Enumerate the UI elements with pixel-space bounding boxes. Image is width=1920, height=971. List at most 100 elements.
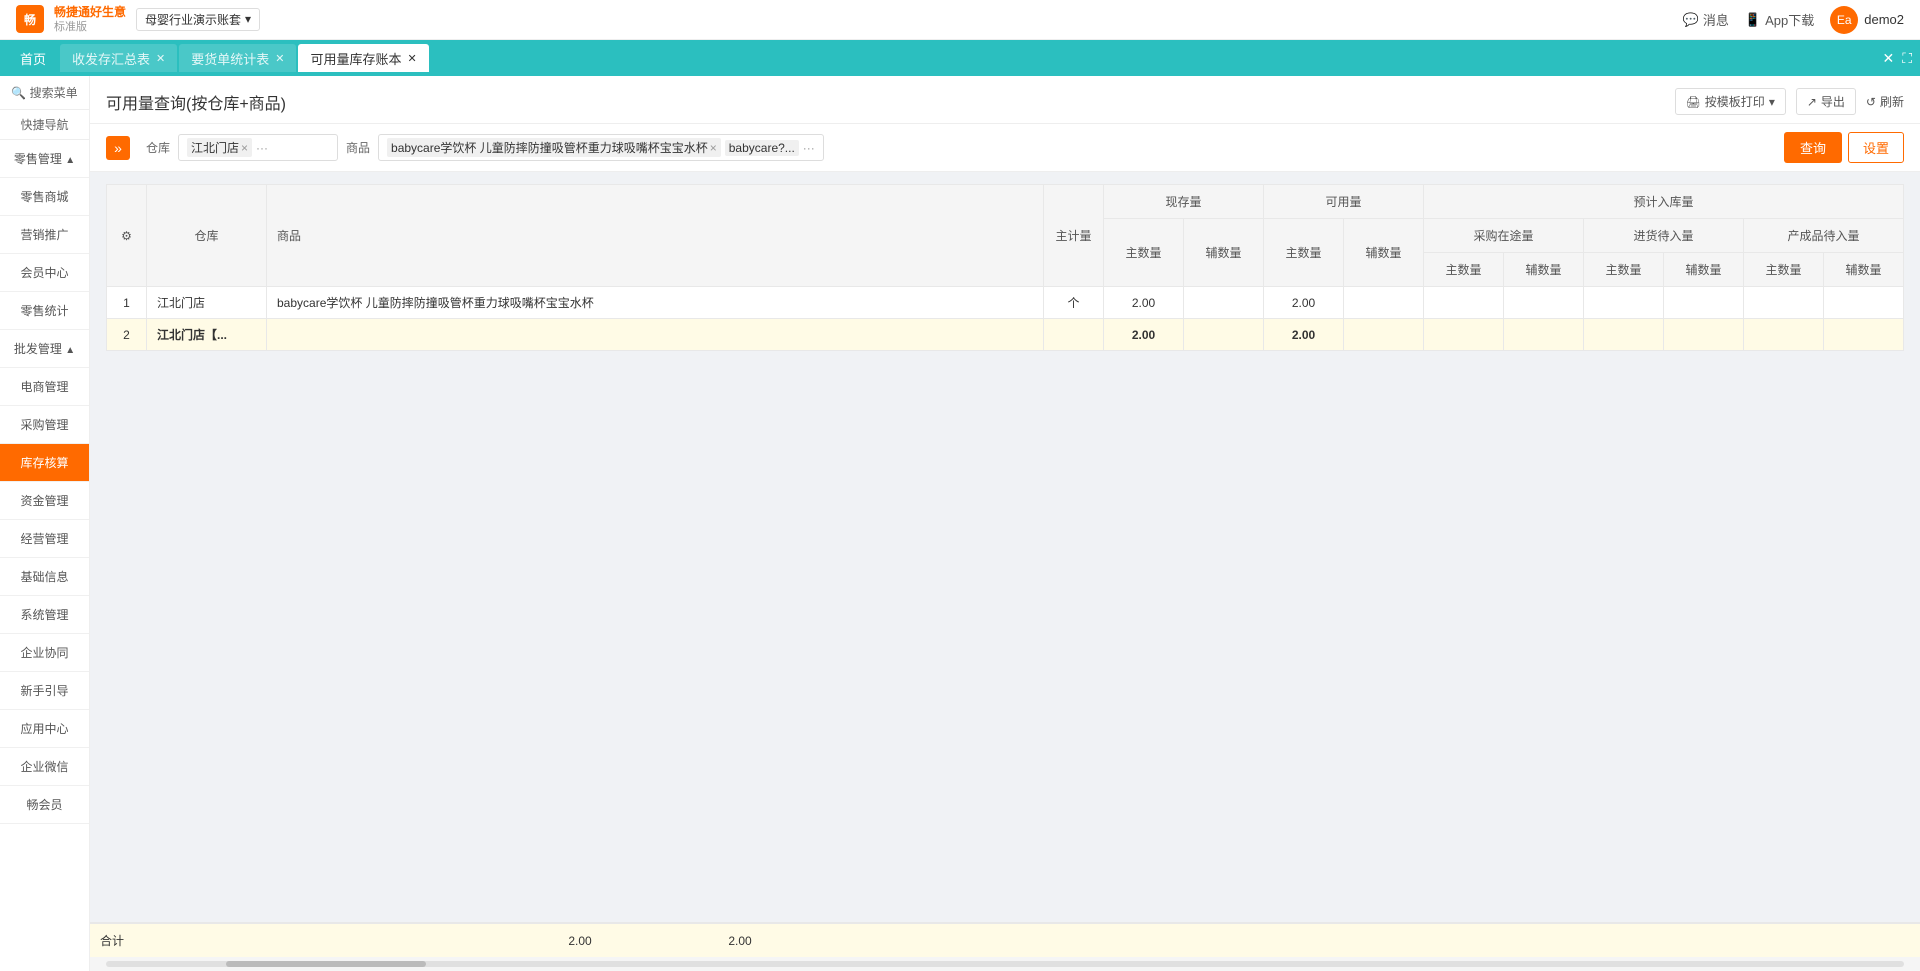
tab-receipts[interactable]: 收发存汇总表 ✕ bbox=[60, 44, 177, 72]
sidebar-item-retail[interactable]: 零售管理 ▲ bbox=[0, 140, 89, 178]
sidebar-item-newguide[interactable]: 新手引导 bbox=[0, 672, 89, 710]
table-row: 2 江北门店【... 2.00 2.00 bbox=[107, 319, 1904, 351]
maximize-icon[interactable]: ⛶ bbox=[1902, 50, 1912, 67]
settings-btn[interactable]: 设置 bbox=[1848, 132, 1904, 163]
goods-filter-input[interactable]: babycare学饮杯 儿童防摔防撞吸管杯重力球吸嘴杯宝宝水杯 × babyca… bbox=[378, 134, 824, 161]
app-download-btn[interactable]: 📱 App下载 bbox=[1745, 10, 1814, 29]
close-tab-receipts[interactable]: ✕ bbox=[156, 52, 165, 65]
warehouse-tag: 江北门店 × bbox=[187, 138, 252, 157]
th-available-aux: 辅数量 bbox=[1344, 219, 1424, 287]
cell-avail-main-1: 2.00 bbox=[1264, 287, 1344, 319]
sidebar-item-corpwechat[interactable]: 企业微信 bbox=[0, 748, 89, 786]
scroll-thumb[interactable] bbox=[226, 961, 426, 967]
cell-stock-main-2: 2.00 bbox=[1104, 319, 1184, 351]
remove-warehouse-tag[interactable]: × bbox=[241, 141, 248, 155]
cell-inbound-main-2 bbox=[1584, 319, 1664, 351]
table-footer: 合计 2.00 2.00 bbox=[90, 922, 1920, 957]
scroll-track[interactable] bbox=[106, 961, 1904, 967]
footer-total-stock: 2.00 bbox=[540, 934, 620, 948]
data-table: ⚙ 仓库 商品 主计量 现存量 bbox=[106, 184, 1904, 351]
th-stock-aux: 辅数量 bbox=[1184, 219, 1264, 287]
th-purchase-onway: 采购在途量 bbox=[1424, 219, 1584, 253]
username-label: demo2 bbox=[1864, 12, 1904, 27]
sidebar-item-retail-mall[interactable]: 零售商城 bbox=[0, 178, 89, 216]
cell-products-main-2 bbox=[1744, 319, 1824, 351]
remove-goods-tag-1[interactable]: × bbox=[710, 141, 717, 155]
sidebar-item-inventory[interactable]: 库存核算 bbox=[0, 444, 89, 482]
cell-warehouse-1: 江北门店 bbox=[147, 287, 267, 319]
content-area: 可用量查询(按仓库+商品) 🖨 按模板打印 ▾ ↗ 导出 ↺ 刷新 » bbox=[90, 76, 1920, 971]
cell-avail-aux-2 bbox=[1344, 319, 1424, 351]
cell-seq-1: 1 bbox=[107, 287, 147, 319]
top-bar-left: 畅 畅捷通好生意 标准版 母婴行业演示账套 ▾ bbox=[16, 5, 260, 35]
th-available-main: 主数量 bbox=[1264, 219, 1344, 287]
filter-actions: 查询 设置 bbox=[1784, 132, 1904, 163]
sidebar-search[interactable]: 🔍 搜索菜单 bbox=[0, 76, 89, 110]
sidebar-item-retail-stats[interactable]: 零售统计 bbox=[0, 292, 89, 330]
cell-purchase-aux-1 bbox=[1504, 287, 1584, 319]
tab-window-actions: ✕ ⛶ bbox=[1882, 50, 1912, 67]
sidebar-item-member[interactable]: 会员中心 bbox=[0, 254, 89, 292]
sidebar-item-wholesale[interactable]: 批发管理 ▲ bbox=[0, 330, 89, 368]
th-purchase-main: 主数量 bbox=[1424, 253, 1504, 287]
sidebar-item-finance[interactable]: 资金管理 bbox=[0, 482, 89, 520]
query-btn[interactable]: 查询 bbox=[1784, 132, 1842, 163]
sidebar-item-purchase[interactable]: 采购管理 bbox=[0, 406, 89, 444]
industry-selector[interactable]: 母婴行业演示账套 ▾ bbox=[136, 8, 260, 31]
chevron-icon-wholesale: ▲ bbox=[65, 345, 75, 356]
warehouse-more-btn[interactable]: ··· bbox=[256, 141, 268, 155]
th-purchase-aux: 辅数量 bbox=[1504, 253, 1584, 287]
close-window-icon[interactable]: ✕ bbox=[1882, 50, 1894, 67]
page-title: 可用量查询(按仓库+商品) bbox=[106, 90, 286, 114]
th-settings[interactable]: ⚙ bbox=[107, 185, 147, 287]
sidebar-item-system[interactable]: 系统管理 bbox=[0, 596, 89, 634]
table-area: ⚙ 仓库 商品 主计量 现存量 bbox=[90, 172, 1920, 922]
th-stock-main: 主数量 bbox=[1104, 219, 1184, 287]
sidebar-item-marketing[interactable]: 营销推广 bbox=[0, 216, 89, 254]
chevron-icon-retail: ▲ bbox=[65, 155, 75, 166]
sidebar-item-ecommerce[interactable]: 电商管理 bbox=[0, 368, 89, 406]
cell-unit-2 bbox=[1044, 319, 1104, 351]
filter-toggle-btn[interactable]: » bbox=[106, 136, 130, 160]
top-bar: 畅 畅捷通好生意 标准版 母婴行业演示账套 ▾ 💬 消息 📱 App下载 Ea … bbox=[0, 0, 1920, 40]
cell-warehouse-2: 江北门店【... bbox=[147, 319, 267, 351]
tab-home[interactable]: 首页 bbox=[8, 44, 58, 72]
sidebar-item-member2[interactable]: 畅会员 bbox=[0, 786, 89, 824]
brand-text: 畅捷通好生意 标准版 bbox=[54, 5, 126, 35]
sidebar-item-appcenter[interactable]: 应用中心 bbox=[0, 710, 89, 748]
cell-purchase-main-2 bbox=[1424, 319, 1504, 351]
close-tab-order-stats[interactable]: ✕ bbox=[275, 52, 284, 65]
logo-icon: 畅 bbox=[16, 5, 44, 33]
cell-purchase-main-1 bbox=[1424, 287, 1504, 319]
th-inbound-main: 主数量 bbox=[1584, 253, 1664, 287]
th-warehouse: 仓库 bbox=[147, 185, 267, 287]
search-icon: 🔍 bbox=[11, 86, 26, 100]
cell-avail-main-2: 2.00 bbox=[1264, 319, 1344, 351]
th-inbound-pending: 进货待入量 bbox=[1584, 219, 1744, 253]
close-tab-available-stock[interactable]: ✕ bbox=[408, 52, 417, 65]
warehouse-filter-input[interactable]: 江北门店 × ··· bbox=[178, 134, 338, 161]
user-area[interactable]: Ea demo2 bbox=[1830, 6, 1904, 34]
message-icon: 💬 bbox=[1683, 12, 1699, 28]
template-print-btn[interactable]: 🖨 按模板打印 ▾ bbox=[1675, 88, 1786, 115]
main-layout: 🔍 搜索菜单 快捷导航 零售管理 ▲ 零售商城 营销推广 会员中心 零售统计 批… bbox=[0, 76, 1920, 971]
message-btn[interactable]: 💬 消息 bbox=[1683, 10, 1729, 29]
goods-more-btn[interactable]: ··· bbox=[803, 141, 815, 155]
tab-bar: 首页 收发存汇总表 ✕ 要货单统计表 ✕ 可用量库存账本 ✕ ✕ ⛶ bbox=[0, 40, 1920, 76]
cell-purchase-aux-2 bbox=[1504, 319, 1584, 351]
sidebar-item-operations[interactable]: 经营管理 bbox=[0, 520, 89, 558]
filter-row: 仓库 江北门店 × ··· 商品 babycare学饮杯 儿童防摔防撞吸管杯重力… bbox=[146, 134, 1768, 161]
export-btn[interactable]: ↗ 导出 bbox=[1796, 88, 1856, 115]
cell-stock-main-1: 2.00 bbox=[1104, 287, 1184, 319]
sidebar-quick-nav[interactable]: 快捷导航 bbox=[0, 110, 89, 140]
sidebar: 🔍 搜索菜单 快捷导航 零售管理 ▲ 零售商城 营销推广 会员中心 零售统计 批… bbox=[0, 76, 90, 971]
cell-products-aux-2 bbox=[1824, 319, 1904, 351]
sidebar-item-basic[interactable]: 基础信息 bbox=[0, 558, 89, 596]
goods-tag-1: babycare学饮杯 儿童防摔防撞吸管杯重力球吸嘴杯宝宝水杯 × bbox=[387, 138, 721, 157]
tab-order-stats[interactable]: 要货单统计表 ✕ bbox=[179, 44, 296, 72]
refresh-btn[interactable]: ↺ 刷新 bbox=[1866, 93, 1904, 110]
cell-stock-aux-2 bbox=[1184, 319, 1264, 351]
sidebar-item-enterprise[interactable]: 企业协同 bbox=[0, 634, 89, 672]
tab-available-stock[interactable]: 可用量库存账本 ✕ bbox=[298, 44, 428, 72]
footer-label: 合计 bbox=[100, 932, 300, 949]
